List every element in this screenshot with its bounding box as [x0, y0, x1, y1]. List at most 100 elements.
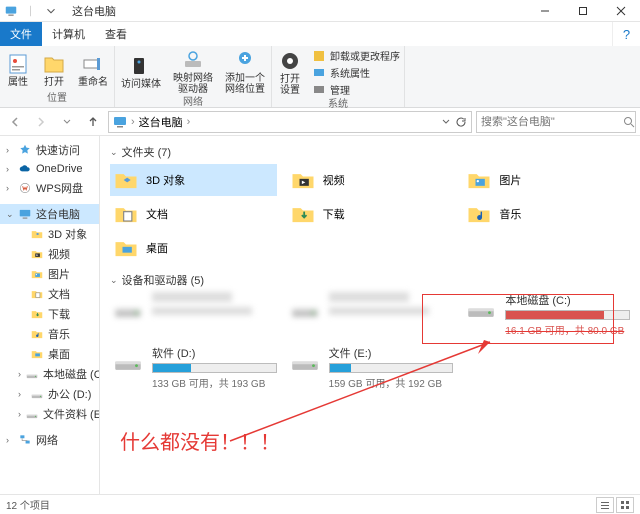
- ribbon-group-system: 打开 设置 卸载或更改程序 系统属性 管理 系统: [272, 46, 405, 107]
- chevron-icon: ›: [6, 164, 14, 174]
- chevron-icon: ›: [18, 369, 21, 379]
- sidebar-item[interactable]: 3D 对象: [0, 224, 99, 244]
- address-dropdown-icon[interactable]: [441, 116, 451, 128]
- sidebar-item[interactable]: 图片: [0, 264, 99, 284]
- folder-item[interactable]: 3D 对象: [110, 164, 277, 196]
- sidebar-item-label: 文档: [48, 286, 70, 302]
- folder-label: 音乐: [499, 206, 521, 222]
- open-button[interactable]: 打开: [36, 46, 72, 93]
- drive-item[interactable]: 软件 (D:)133 GB 可用，共 193 GB: [110, 345, 277, 390]
- add-network-button[interactable]: 添加一个 网络位置: [219, 46, 271, 97]
- sidebar-item[interactable]: 音乐: [0, 324, 99, 344]
- annotation-text: 什么都没有！！！: [120, 426, 280, 455]
- wps-icon: [18, 181, 32, 195]
- sidebar-item[interactable]: ›办公 (D:): [0, 384, 99, 404]
- close-button[interactable]: [602, 0, 640, 22]
- folder-video-icon: [30, 247, 44, 261]
- status-text: 12 个项目: [6, 497, 50, 512]
- chevron-icon: ›: [18, 409, 21, 419]
- system-properties-button[interactable]: 系统属性: [312, 65, 400, 80]
- sidebar-item[interactable]: ›文件资料 (E:): [0, 404, 99, 424]
- sidebar-item[interactable]: 文档: [0, 284, 99, 304]
- sidebar-item-label: 3D 对象: [48, 226, 87, 242]
- section-drives-header[interactable]: ⌄ 设备和驱动器 (5): [110, 272, 630, 288]
- statusbar: 12 个项目: [0, 494, 640, 514]
- pc-icon: [113, 115, 127, 129]
- folder-label: 桌面: [146, 240, 168, 256]
- sidebar-item-label: 快速访问: [36, 142, 80, 158]
- address-bar[interactable]: › 这台电脑 ›: [108, 111, 472, 133]
- drive-free-text: 159 GB 可用，共 192 GB: [329, 375, 454, 390]
- titlebar: 这台电脑: [0, 0, 640, 22]
- tab-file[interactable]: 文件: [0, 22, 42, 46]
- chevron-icon: ›: [6, 435, 14, 445]
- minimize-button[interactable]: [526, 0, 564, 22]
- map-drive-icon: [181, 48, 205, 72]
- sidebar-item[interactable]: ⌄这台电脑: [0, 204, 99, 224]
- search-box[interactable]: [476, 111, 636, 133]
- drive-label: 本地磁盘 (C:): [505, 292, 630, 308]
- nav-up-button[interactable]: [82, 111, 104, 133]
- map-drive-button[interactable]: 映射网络 驱动器: [167, 46, 219, 97]
- navbar: › 这台电脑 ›: [0, 108, 640, 136]
- manage-button[interactable]: 管理: [312, 82, 400, 97]
- sidebar-item[interactable]: ›网络: [0, 430, 99, 450]
- folder-item[interactable]: 文档: [110, 198, 277, 230]
- sidebar-item[interactable]: 下载: [0, 304, 99, 324]
- star-icon: [18, 143, 32, 157]
- pc-icon: [4, 4, 18, 18]
- folder-desktop-icon: [30, 347, 44, 361]
- maximize-button[interactable]: [564, 0, 602, 22]
- drive-icon: [463, 292, 499, 324]
- section-folders-header[interactable]: ⌄ 文件夹 (7): [110, 144, 630, 160]
- rename-icon: [81, 52, 105, 76]
- qat-dropdown-icon[interactable]: [44, 4, 58, 18]
- refresh-icon[interactable]: [455, 116, 467, 128]
- breadcrumb[interactable]: 这台电脑: [139, 114, 183, 130]
- ribbon-help-button[interactable]: ?: [612, 22, 640, 46]
- main-area: ›快速访问›OneDrive›WPS网盘⌄这台电脑3D 对象视频图片文档下载音乐…: [0, 136, 640, 494]
- view-icons-button[interactable]: [616, 497, 634, 513]
- folder-desktop-icon: [112, 234, 140, 262]
- drive-item[interactable]: [110, 292, 277, 337]
- nav-history-button[interactable]: [56, 111, 78, 133]
- sidebar-item[interactable]: ›快速访问: [0, 140, 99, 160]
- folder-label: 文档: [146, 206, 168, 222]
- folder-item[interactable]: 桌面: [110, 232, 277, 264]
- folder-item[interactable]: 下载: [287, 198, 454, 230]
- drive-label: 文件 (E:): [329, 345, 454, 361]
- folder-label: 图片: [499, 172, 521, 188]
- folder-music-icon: [465, 200, 493, 228]
- properties-button[interactable]: 属性: [0, 46, 36, 93]
- drive-icon: [25, 407, 39, 421]
- drive-item[interactable]: 本地磁盘 (C:)16.1 GB 可用，共 80.0 GB: [463, 292, 630, 337]
- sidebar-item[interactable]: ›WPS网盘: [0, 178, 99, 198]
- nav-forward-button[interactable]: [30, 111, 52, 133]
- search-input[interactable]: [481, 116, 623, 128]
- folder-label: 3D 对象: [146, 172, 185, 188]
- folder-item[interactable]: 视频: [287, 164, 454, 196]
- drive-free-text: 133 GB 可用，共 193 GB: [152, 375, 277, 390]
- access-media-button[interactable]: 访问媒体: [115, 46, 167, 97]
- sys-prop-icon: [312, 66, 326, 80]
- folder-item[interactable]: 音乐: [463, 198, 630, 230]
- folder-label: 下载: [323, 206, 345, 222]
- tab-computer[interactable]: 计算机: [42, 22, 95, 46]
- drive-item[interactable]: 文件 (E:) 159 GB 可用，共 192 GB: [287, 345, 454, 390]
- sidebar-item[interactable]: 桌面: [0, 344, 99, 364]
- folder-item[interactable]: 图片: [463, 164, 630, 196]
- folder-3d-icon: [30, 227, 44, 241]
- rename-button[interactable]: 重命名: [72, 46, 114, 93]
- drive-item[interactable]: [287, 292, 454, 337]
- folder-picture-icon: [465, 166, 493, 194]
- tab-view[interactable]: 查看: [95, 22, 137, 46]
- nav-back-button[interactable]: [4, 111, 26, 133]
- sidebar-item-label: WPS网盘: [36, 180, 83, 196]
- sidebar-item[interactable]: 视频: [0, 244, 99, 264]
- sidebar-item[interactable]: ›OneDrive: [0, 160, 99, 178]
- sidebar-item[interactable]: ›本地磁盘 (C:): [0, 364, 99, 384]
- view-details-button[interactable]: [596, 497, 614, 513]
- uninstall-button[interactable]: 卸载或更改程序: [312, 48, 400, 63]
- open-settings-button[interactable]: 打开 设置: [272, 46, 308, 99]
- folder-doc-icon: [30, 287, 44, 301]
